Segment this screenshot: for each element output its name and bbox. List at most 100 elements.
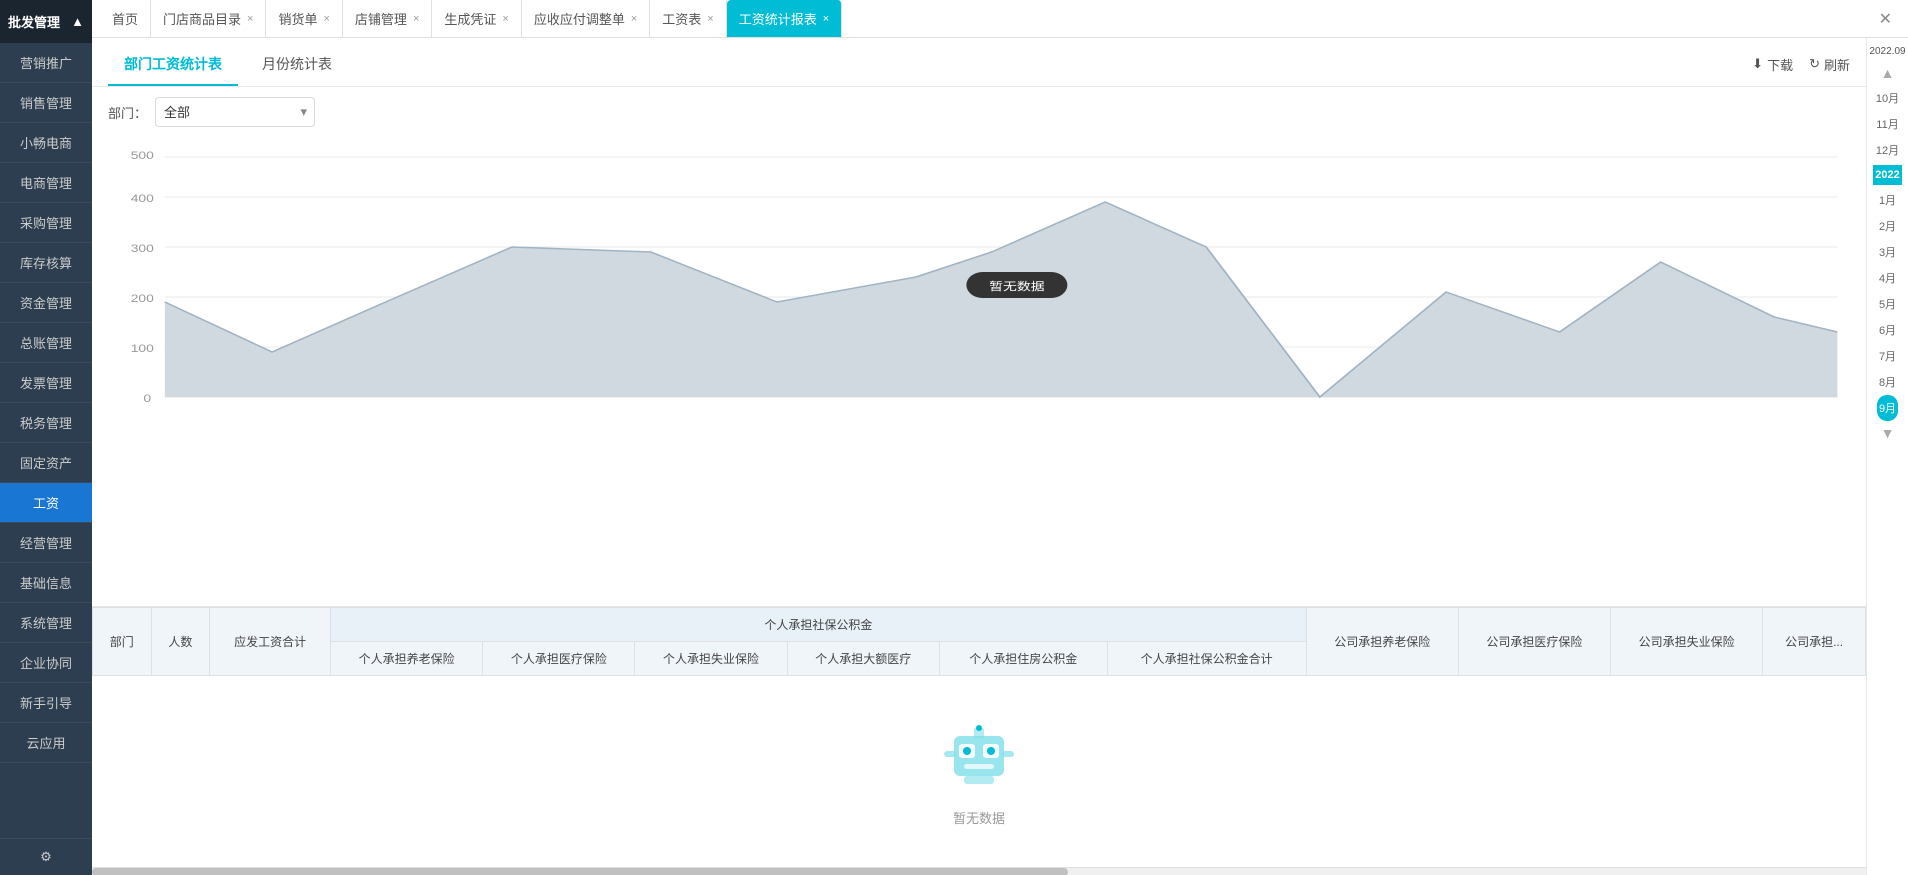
timeline-month-4月[interactable]: 4月 <box>1873 265 1902 291</box>
tab-close-6[interactable]: × <box>707 13 713 25</box>
data-table: 部门 人数 应发工资合计 个人承担社保公积金 公司承担养老保险 公司承担医疗保险… <box>92 607 1866 676</box>
th-dept: 部门 <box>93 608 152 676</box>
timeline-month-9月[interactable]: 9月 <box>1877 395 1898 421</box>
timeline-up-arrow[interactable]: ▲ <box>1867 61 1908 85</box>
sub-tab-actions: ⬇ 下载 ↻ 刷新 <box>1752 55 1850 80</box>
timeline-current-date: 2022.09 <box>1867 42 1908 61</box>
sidebar-item-系统管理[interactable]: 系统管理 <box>0 603 92 643</box>
sidebar-item-基础信息[interactable]: 基础信息 <box>0 563 92 603</box>
sidebar-settings[interactable]: ⚙ <box>0 838 92 875</box>
filter-dept-wrapper: 全部 <box>155 97 315 127</box>
download-icon: ⬇ <box>1752 56 1763 72</box>
filter-dept-label: 部门： <box>108 103 147 122</box>
th-personal-large-medical: 个人承担大额医疗 <box>787 642 939 676</box>
timeline-month-3月[interactable]: 3月 <box>1873 239 1902 265</box>
svg-text:0: 0 <box>143 392 151 404</box>
sidebar-item-云应用[interactable]: 云应用 <box>0 723 92 763</box>
timeline-month-1月[interactable]: 1月 <box>1873 187 1902 213</box>
sidebar-item-小畅电商[interactable]: 小畅电商 <box>0 123 92 163</box>
th-company-pension: 公司承担养老保险 <box>1306 608 1458 676</box>
content-area: 部门工资统计表月份统计表 ⬇ 下载 ↻ 刷新 部门： 全 <box>92 38 1908 875</box>
th-personal-medical: 个人承担医疗保险 <box>483 642 635 676</box>
sub-tab-1[interactable]: 月份统计表 <box>246 48 348 86</box>
sidebar-arrow: ▲ <box>71 14 84 29</box>
chart-svg: 0 100 200 300 400 500 <box>108 147 1850 407</box>
sub-tab-0[interactable]: 部门工资统计表 <box>108 48 238 86</box>
th-company-other: 公司承担... <box>1763 608 1866 676</box>
sidebar-item-销售管理[interactable]: 销售管理 <box>0 83 92 123</box>
th-total-salary: 应发工资合计 <box>210 608 331 676</box>
sidebar-header[interactable]: 批发管理 ▲ <box>0 0 92 43</box>
timeline-month-8月[interactable]: 8月 <box>1873 369 1902 395</box>
timeline-month-2月[interactable]: 2月 <box>1873 213 1902 239</box>
tab-4[interactable]: 生成凭证× <box>432 0 521 38</box>
sidebar-title: 批发管理 <box>8 12 60 31</box>
tab-close-1[interactable]: × <box>247 13 253 25</box>
th-people: 人数 <box>151 608 210 676</box>
svg-text:400: 400 <box>131 192 154 204</box>
th-personal-pension: 个人承担养老保险 <box>331 642 483 676</box>
sidebar-item-经营管理[interactable]: 经营管理 <box>0 523 92 563</box>
th-group-personal: 个人承担社保公积金 <box>331 608 1307 642</box>
refresh-icon: ↻ <box>1809 56 1820 72</box>
sidebar-item-税务管理[interactable]: 税务管理 <box>0 403 92 443</box>
empty-state: 暂无数据 <box>92 676 1866 867</box>
tab-0[interactable]: 首页 <box>100 0 151 38</box>
refresh-label: 刷新 <box>1824 55 1850 74</box>
filter-dept-select[interactable]: 全部 <box>155 97 315 127</box>
timeline-down-arrow[interactable]: ▼ <box>1867 421 1908 445</box>
chart-area: 0 100 200 300 400 500 <box>92 137 1866 606</box>
tab-7[interactable]: 工资统计报表× <box>727 0 842 38</box>
sidebar: 批发管理 ▲ 营销推广销售管理小畅电商电商管理采购管理库存核算资金管理总账管理发… <box>0 0 92 875</box>
tab-1[interactable]: 门店商品目录× <box>151 0 266 38</box>
empty-text: 暂无数据 <box>953 808 1005 827</box>
timeline-month-10月[interactable]: 10月 <box>1873 85 1902 111</box>
sidebar-item-新手引导[interactable]: 新手引导 <box>0 683 92 723</box>
sidebar-item-库存核算[interactable]: 库存核算 <box>0 243 92 283</box>
tab-close-4[interactable]: × <box>502 13 508 25</box>
timeline-month-7月[interactable]: 7月 <box>1873 343 1902 369</box>
horizontal-scrollbar[interactable] <box>92 867 1866 875</box>
timeline-year-2022: 2022 <box>1873 165 1902 185</box>
main-panel: 部门工资统计表月份统计表 ⬇ 下载 ↻ 刷新 部门： 全 <box>92 38 1866 875</box>
svg-text:100: 100 <box>131 342 154 354</box>
filter-bar: 部门： 全部 <box>92 87 1866 137</box>
empty-icon <box>939 716 1019 796</box>
download-label: 下载 <box>1767 55 1793 74</box>
sidebar-item-营销推广[interactable]: 营销推广 <box>0 43 92 83</box>
svg-text:500: 500 <box>131 149 154 161</box>
sidebar-item-采购管理[interactable]: 采购管理 <box>0 203 92 243</box>
tab-close-2[interactable]: × <box>323 13 329 25</box>
download-button[interactable]: ⬇ 下载 <box>1752 55 1793 74</box>
timeline-month-11月[interactable]: 11月 <box>1873 111 1902 137</box>
tab-6[interactable]: 工资表× <box>650 0 726 38</box>
timeline-month-6月[interactable]: 6月 <box>1873 317 1902 343</box>
svg-text:200: 200 <box>131 292 154 304</box>
sidebar-item-工资[interactable]: 工资 <box>0 483 92 523</box>
refresh-button[interactable]: ↻ 刷新 <box>1809 55 1850 74</box>
timeline-panel: 2022.09 ▲ 10月11月12月20221月2月3月4月5月6月7月8月9… <box>1866 38 1908 875</box>
sidebar-item-总账管理[interactable]: 总账管理 <box>0 323 92 363</box>
scrollbar-thumb[interactable] <box>92 868 1068 875</box>
timeline-month-5月[interactable]: 5月 <box>1873 291 1902 317</box>
timeline-month-12月[interactable]: 12月 <box>1873 137 1902 163</box>
tab-3[interactable]: 店铺管理× <box>343 0 432 38</box>
tab-bar: 首页门店商品目录×销货单×店铺管理×生成凭证×应收应付调整单×工资表×工资统计报… <box>92 0 1908 38</box>
sidebar-item-固定资产[interactable]: 固定资产 <box>0 443 92 483</box>
th-company-unemployment: 公司承担失业保险 <box>1610 608 1762 676</box>
settings-icon: ⚙ <box>40 849 52 864</box>
tab-close-7[interactable]: × <box>823 13 829 25</box>
main-area: 首页门店商品目录×销货单×店铺管理×生成凭证×应收应付调整单×工资表×工资统计报… <box>92 0 1908 875</box>
sidebar-item-电商管理[interactable]: 电商管理 <box>0 163 92 203</box>
sidebar-item-资金管理[interactable]: 资金管理 <box>0 283 92 323</box>
svg-text:暂无数据: 暂无数据 <box>989 280 1044 292</box>
tab-close-3[interactable]: × <box>413 13 419 25</box>
tab-close-5[interactable]: × <box>631 13 637 25</box>
sub-tab-bar: 部门工资统计表月份统计表 ⬇ 下载 ↻ 刷新 <box>92 38 1866 87</box>
sidebar-item-企业协同[interactable]: 企业协同 <box>0 643 92 683</box>
tab-5[interactable]: 应收应付调整单× <box>522 0 650 38</box>
tab-2[interactable]: 销货单× <box>266 0 342 38</box>
tab-bar-close[interactable]: ✕ <box>1871 9 1900 29</box>
sidebar-item-发票管理[interactable]: 发票管理 <box>0 363 92 403</box>
th-personal-housing: 个人承担住房公积金 <box>939 642 1107 676</box>
